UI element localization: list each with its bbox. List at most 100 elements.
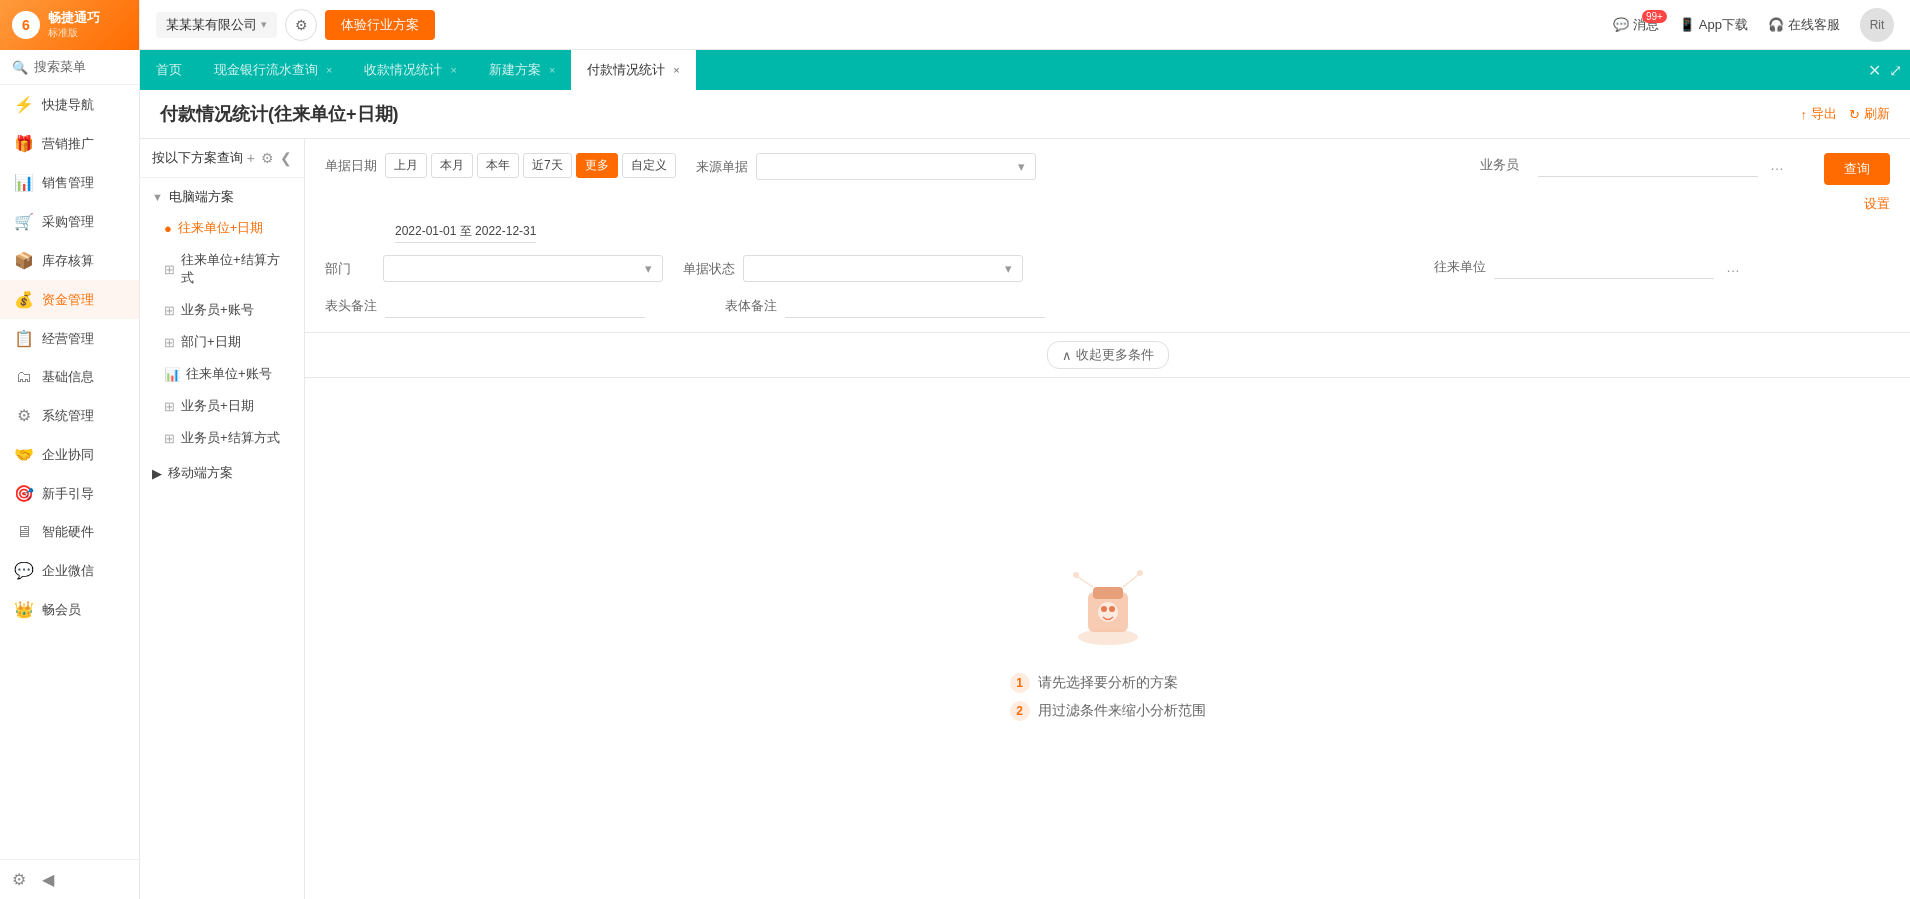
source-select[interactable]: ▾ xyxy=(756,153,1036,180)
mobile-group-label: 移动端方案 xyxy=(168,464,233,482)
svg-rect-2 xyxy=(1093,587,1123,599)
scheme-item-label: 往来单位+账号 xyxy=(186,365,272,383)
scheme-item-label: 部门+日期 xyxy=(181,333,241,351)
app-label: App下载 xyxy=(1699,16,1748,34)
dept-select[interactable]: ▾ xyxy=(383,255,663,282)
tab-bank-flow[interactable]: 现金银行流水查询 × xyxy=(198,50,348,90)
sidebar-item-finance[interactable]: 💰 资金管理 xyxy=(0,280,139,319)
tab-receipt-stats-close[interactable]: × xyxy=(450,64,456,76)
tab-expand-icon[interactable]: ⤢ xyxy=(1889,61,1902,80)
tab-bank-flow-close[interactable]: × xyxy=(326,64,332,76)
app-download-button[interactable]: 📱 App下载 xyxy=(1679,16,1748,34)
tab-home-label: 首页 xyxy=(156,61,182,79)
scheme-panel-icons: + ⚙ ❮ xyxy=(247,150,292,166)
partner-input[interactable] xyxy=(1494,255,1714,279)
scheme-item-icon: ⊞ xyxy=(164,262,175,277)
scheme-item-partner-settle[interactable]: ⊞ 往来单位+结算方式 xyxy=(140,244,304,294)
scheme-collapse-button[interactable]: ❮ xyxy=(280,150,292,166)
sidebar-item-label: 智能硬件 xyxy=(42,523,94,541)
bill-status-select[interactable]: ▾ xyxy=(743,255,1023,282)
settings-link[interactable]: 设置 xyxy=(1864,189,1890,219)
scheme-panel: 按以下方案查询 + ⚙ ❮ ▼ 电脑端方案 ● 往来单位+日期 xyxy=(140,139,305,899)
hint-text-1: 请先选择要分析的方案 xyxy=(1038,674,1178,692)
svg-point-5 xyxy=(1109,606,1115,612)
service-button[interactable]: 🎧 在线客服 xyxy=(1768,16,1840,34)
tab-home[interactable]: 首页 xyxy=(140,50,198,90)
trial-button[interactable]: 体验行业方案 xyxy=(325,10,435,40)
scheme-mobile-group[interactable]: ▶ 移动端方案 xyxy=(140,458,304,488)
filter-area: 单据日期 上月 本月 本年 近7天 更多 自定义 来源单据 xyxy=(305,139,1910,333)
scheme-item-icon: ⊞ xyxy=(164,335,175,350)
date-btn-more[interactable]: 更多 xyxy=(576,153,618,178)
page-header: 付款情况统计(往来单位+日期) ↑ 导出 ↻ 刷新 xyxy=(140,90,1910,139)
sidebar-item-marketing[interactable]: 🎁 营销推广 xyxy=(0,124,139,163)
tab-payment-stats-close[interactable]: × xyxy=(673,64,679,76)
scheme-item-staff-date[interactable]: ⊞ 业务员+日期 xyxy=(140,390,304,422)
scheme-item-staff-settle[interactable]: ⊞ 业务员+结算方式 xyxy=(140,422,304,454)
chevron-down-icon: ▾ xyxy=(261,18,267,31)
svg-point-9 xyxy=(1137,570,1143,576)
right-panel: 单据日期 上月 本月 本年 近7天 更多 自定义 来源单据 xyxy=(305,139,1910,899)
scheme-item-icon: ⊞ xyxy=(164,399,175,414)
scheme-item-partner-date[interactable]: ● 往来单位+日期 xyxy=(140,212,304,244)
scheme-item-staff-account[interactable]: ⊞ 业务员+账号 xyxy=(140,294,304,326)
sidebar-item-purchase[interactable]: 🛒 采购管理 xyxy=(0,202,139,241)
sidebar-item-vip[interactable]: 👑 畅会员 xyxy=(0,590,139,629)
inventory-icon: 📦 xyxy=(14,251,34,270)
query-button[interactable]: 查询 xyxy=(1824,153,1890,185)
tab-new-scheme[interactable]: 新建方案 × xyxy=(473,50,571,90)
export-button[interactable]: ↑ 导出 xyxy=(1801,105,1838,123)
scheme-settings-button[interactable]: ⚙ xyxy=(261,150,274,166)
sidebar-item-hardware[interactable]: 🖥 智能硬件 xyxy=(0,513,139,551)
staff-dots-button[interactable]: … xyxy=(1766,153,1788,177)
topbar-right: 💬 消息 99+ 📱 App下载 🎧 在线客服 Rit xyxy=(1613,8,1894,42)
body-remark-input[interactable] xyxy=(785,294,1045,318)
refresh-button[interactable]: ↻ 刷新 xyxy=(1849,105,1890,123)
sidebar-item-system[interactable]: ⚙ 系统管理 xyxy=(0,396,139,435)
operations-icon: 📋 xyxy=(14,329,34,348)
sidebar-item-operations[interactable]: 📋 经营管理 xyxy=(0,319,139,358)
scheme-add-button[interactable]: + xyxy=(247,150,255,166)
sidebar-item-label: 营销推广 xyxy=(42,135,94,153)
tab-new-scheme-close[interactable]: × xyxy=(549,64,555,76)
sidebar-item-guide[interactable]: 🎯 新手引导 xyxy=(0,474,139,513)
hint-num-1: 1 xyxy=(1010,673,1030,693)
sidebar-item-enterprise[interactable]: 🤝 企业协同 xyxy=(0,435,139,474)
search-menu[interactable]: 🔍 搜索菜单 xyxy=(0,50,139,85)
date-btn-last-7d[interactable]: 近7天 xyxy=(523,153,572,178)
scheme-desktop-group-header[interactable]: ▼ 电脑端方案 xyxy=(140,182,304,212)
source-label: 来源单据 xyxy=(696,158,748,176)
topbar-settings-button[interactable]: ⚙ xyxy=(285,9,317,41)
hint-text-2: 用过滤条件来缩小分析范围 xyxy=(1038,702,1206,720)
scheme-item-dept-date[interactable]: ⊞ 部门+日期 xyxy=(140,326,304,358)
sidebar-item-sales[interactable]: 📊 销售管理 xyxy=(0,163,139,202)
date-btn-last-month[interactable]: 上月 xyxy=(385,153,427,178)
staff-input[interactable] xyxy=(1538,153,1758,177)
user-avatar[interactable]: Rit xyxy=(1860,8,1894,42)
partner-label: 往来单位 xyxy=(1434,258,1486,276)
tab-close-all-icon[interactable]: ✕ xyxy=(1868,61,1881,80)
tab-payment-stats[interactable]: 付款情况统计 × xyxy=(571,50,695,90)
sidebar-item-label: 库存核算 xyxy=(42,252,94,270)
header-remark-input[interactable] xyxy=(385,294,645,318)
sidebar-item-inventory[interactable]: 📦 库存核算 xyxy=(0,241,139,280)
marketing-icon: 🎁 xyxy=(14,134,34,153)
sidebar-item-quick-nav[interactable]: ⚡ 快捷导航 xyxy=(0,85,139,124)
date-btn-this-year[interactable]: 本年 xyxy=(477,153,519,178)
footer-settings-icon[interactable]: ⚙ xyxy=(12,870,26,889)
scheme-item-partner-account[interactable]: 📊 往来单位+账号 xyxy=(140,358,304,390)
query-actions: 查询 设置 xyxy=(1824,153,1890,219)
collapse-button[interactable]: ∧ 收起更多条件 xyxy=(1047,341,1169,369)
tab-receipt-stats[interactable]: 收款情况统计 × xyxy=(348,50,472,90)
date-btn-this-month[interactable]: 本月 xyxy=(431,153,473,178)
tab-payment-stats-label: 付款情况统计 xyxy=(587,61,665,79)
date-label: 单据日期 xyxy=(325,157,377,175)
date-btn-custom[interactable]: 自定义 xyxy=(622,153,676,178)
message-button[interactable]: 💬 消息 99+ xyxy=(1613,16,1659,34)
empty-illustration xyxy=(1058,557,1158,661)
company-selector[interactable]: 某某某有限公司 ▾ xyxy=(156,12,277,38)
footer-collapse-icon[interactable]: ◀ xyxy=(42,870,54,889)
partner-dots-button[interactable]: … xyxy=(1722,255,1744,279)
sidebar-item-base[interactable]: 🗂 基础信息 xyxy=(0,358,139,396)
sidebar-item-wechat[interactable]: 💬 企业微信 xyxy=(0,551,139,590)
